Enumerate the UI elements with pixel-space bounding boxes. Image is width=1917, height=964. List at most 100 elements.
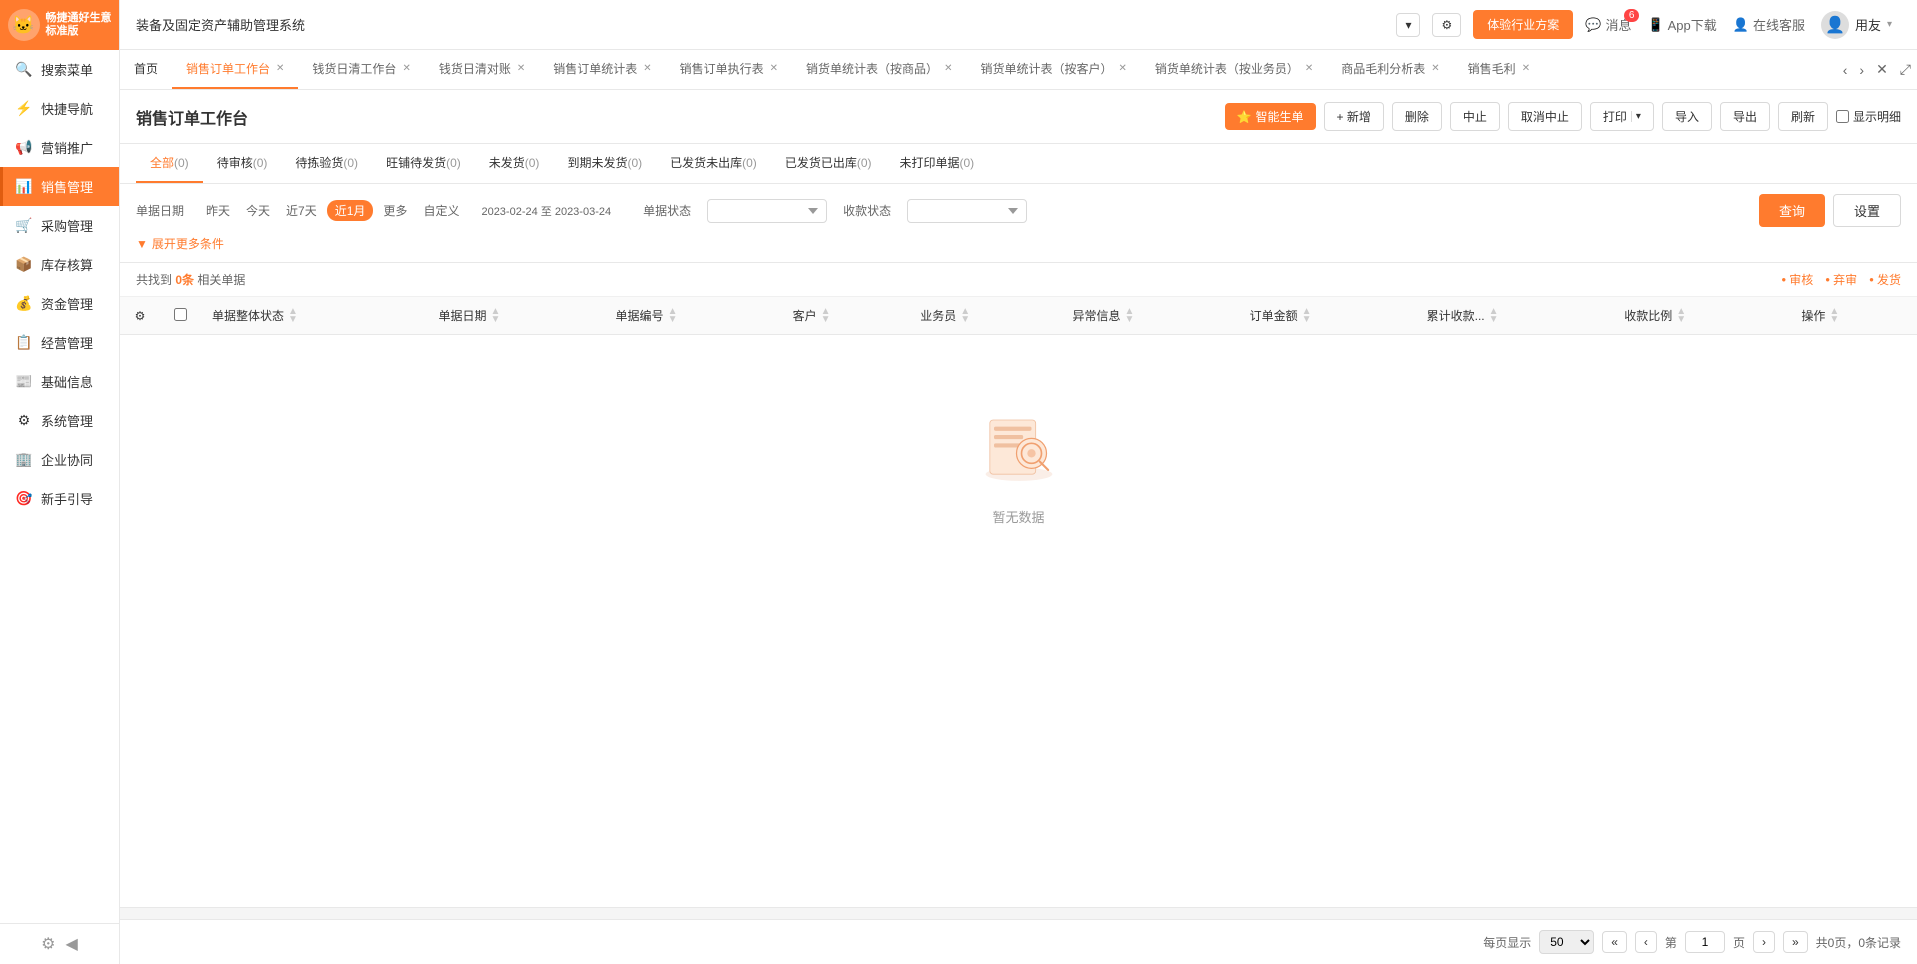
col-status-th[interactable]: 单据整体状态▲▼ [200, 297, 427, 335]
show-detail-checkbox[interactable] [1836, 110, 1849, 123]
user-dropdown-icon[interactable]: ▾ [1887, 19, 1901, 30]
sidebar-item-basic-info[interactable]: 📰基础信息 [0, 362, 119, 401]
tab-margin-analysis[interactable]: 商品毛利分析表✕ [1327, 50, 1453, 89]
tab-close-cash-daily[interactable]: ✕ [402, 63, 410, 74]
sidebar-item-inventory[interactable]: 📦库存核算 [0, 245, 119, 284]
col-collected-th[interactable]: 累计收款...▲▼ [1415, 297, 1613, 335]
tab-close-margin-analysis[interactable]: ✕ [1431, 63, 1439, 74]
last-page-btn[interactable]: » [1783, 931, 1808, 953]
date-btn-昨天[interactable]: 昨天 [200, 200, 236, 221]
tab-close-sales-gross[interactable]: ✕ [1522, 63, 1530, 74]
sidebar-item-purchase[interactable]: 🛒采购管理 [0, 206, 119, 245]
export-btn[interactable]: 导出 [1720, 102, 1770, 131]
sub-tab-shipped-not-stored[interactable]: 已发货未出库(0) [656, 144, 771, 183]
col-checkbox-th[interactable] [160, 297, 200, 335]
topbar-dropdown-btn[interactable]: ▾ [1396, 13, 1420, 37]
next-page-btn[interactable]: › [1753, 931, 1775, 953]
col-number-th[interactable]: 单据编号▲▼ [604, 297, 781, 335]
tab-sales-gross[interactable]: 销售毛利✕ [1454, 50, 1544, 89]
set-btn[interactable]: 设置 [1833, 194, 1901, 227]
audit-btn[interactable]: 审核 [1781, 271, 1813, 288]
col-staff-th[interactable]: 业务员▲▼ [908, 297, 1060, 335]
settings-btn[interactable]: ⚙ [1432, 13, 1461, 37]
import-btn[interactable]: 导入 [1662, 102, 1712, 131]
expand-btn[interactable]: ▼ 展开更多条件 [136, 235, 224, 252]
payment-filter-select[interactable] [907, 199, 1027, 223]
sidebar-item-guide[interactable]: 🎯新手引导 [0, 479, 119, 518]
tab-sales-workbench[interactable]: 销售订单工作台✕ [172, 50, 298, 89]
page-input[interactable] [1685, 931, 1725, 953]
tab-close-sales-stat[interactable]: ✕ [643, 63, 651, 74]
date-btn-更多[interactable]: 更多 [377, 200, 413, 221]
sub-tab-pending-review[interactable]: 待审核(0) [203, 144, 282, 183]
print-dropdown-icon[interactable]: ▾ [1631, 111, 1641, 122]
tabs-next-btn[interactable]: › [1853, 62, 1870, 78]
tab-sales-stat[interactable]: 销售订单统计表✕ [539, 50, 665, 89]
app-download-btn[interactable]: 📱 App下载 [1647, 15, 1716, 34]
cancel-stop-btn[interactable]: 取消中止 [1508, 102, 1582, 131]
tabs-prev-btn[interactable]: ‹ [1837, 62, 1854, 78]
sub-tab-wangpu-pending[interactable]: 旺铺待发货(0) [372, 144, 475, 183]
col-date-th[interactable]: 单据日期▲▼ [427, 297, 604, 335]
h-scroll[interactable] [120, 907, 1917, 919]
sidebar-item-marketing[interactable]: 📢营销推广 [0, 128, 119, 167]
prev-page-btn[interactable]: ‹ [1635, 931, 1657, 953]
status-filter-select[interactable] [707, 199, 827, 223]
sub-tab-pending-inspect[interactable]: 待拣验货(0) [281, 144, 372, 183]
col-ratio-th[interactable]: 收款比例▲▼ [1612, 297, 1789, 335]
tab-close-sales-by-customer[interactable]: ✕ [1118, 63, 1126, 74]
sidebar-item-enterprise[interactable]: 🏢企业协同 [0, 440, 119, 479]
tab-sales-by-product[interactable]: 销货单统计表（按商品）✕ [792, 50, 966, 89]
tab-sales-by-customer[interactable]: 销货单统计表（按客户）✕ [966, 50, 1140, 89]
tab-close-sales-by-product[interactable]: ✕ [944, 63, 952, 74]
tab-sales-by-staff[interactable]: 销货单统计表（按业务员）✕ [1141, 50, 1327, 89]
col-actions-th[interactable]: 操作▲▼ [1789, 297, 1917, 335]
print-btn[interactable]: 打印 ▾ [1590, 102, 1654, 131]
message-btn[interactable]: 💬 消息 6 [1585, 15, 1631, 34]
tab-cash-reconcile[interactable]: 钱货日清对账✕ [425, 50, 539, 89]
sub-tab-all[interactable]: 全部(0) [136, 144, 203, 183]
sub-tab-shipped-stored[interactable]: 已发货已出库(0) [771, 144, 886, 183]
date-btn-近1月[interactable]: 近1月 [327, 200, 374, 221]
industry-btn[interactable]: 体验行业方案 [1473, 10, 1573, 39]
col-customer-th[interactable]: 客户▲▼ [781, 297, 909, 335]
smart-gen-btn[interactable]: ⭐ 智能生单 [1225, 103, 1316, 130]
refresh-btn[interactable]: 刷新 [1778, 102, 1828, 131]
tab-maximize-btn[interactable]: ⤢ [1894, 61, 1917, 78]
cancel-audit-btn[interactable]: 弃审 [1825, 271, 1857, 288]
sidebar-item-search[interactable]: 🔍搜索菜单 [0, 50, 119, 89]
tab-close-sales-exec[interactable]: ✕ [770, 63, 778, 74]
ship-btn[interactable]: 发货 [1869, 271, 1901, 288]
sidebar-item-operations[interactable]: 📋经营管理 [0, 323, 119, 362]
date-btn-近7天[interactable]: 近7天 [280, 200, 323, 221]
col-abnormal-th[interactable]: 异常信息▲▼ [1061, 297, 1238, 335]
page-size-select[interactable]: 50 20 100 [1539, 930, 1594, 954]
tab-close-sales-by-staff[interactable]: ✕ [1305, 63, 1313, 74]
date-btn-今天[interactable]: 今天 [240, 200, 276, 221]
tab-cash-daily[interactable]: 钱货日清工作台✕ [298, 50, 424, 89]
tab-close-cash-reconcile[interactable]: ✕ [517, 63, 525, 74]
tab-close-sales-workbench[interactable]: ✕ [276, 63, 284, 74]
col-settings-th[interactable]: ⚙ [120, 297, 160, 335]
sidebar-item-system[interactable]: ⚙系统管理 [0, 401, 119, 440]
sidebar-item-sales[interactable]: 📊销售管理 [0, 167, 119, 206]
settings-icon[interactable]: ⚙ [41, 934, 55, 954]
first-page-btn[interactable]: « [1602, 931, 1627, 953]
tab-close-all-btn[interactable]: ✕ [1870, 61, 1894, 78]
delete-btn[interactable]: 删除 [1392, 102, 1442, 131]
tab-home[interactable]: 首页 [120, 50, 172, 89]
add-btn[interactable]: + 新增 [1324, 102, 1384, 131]
col-amount-th[interactable]: 订单金额▲▼ [1238, 297, 1415, 335]
sub-tab-not-shipped[interactable]: 未发货(0) [475, 144, 554, 183]
sidebar-item-finance[interactable]: 💰资金管理 [0, 284, 119, 323]
sidebar-item-quick-nav[interactable]: ⚡快捷导航 [0, 89, 119, 128]
query-btn[interactable]: 查询 [1759, 194, 1825, 227]
collapse-icon[interactable]: ◀ [66, 934, 78, 954]
sub-tab-not-printed[interactable]: 未打印单据(0) [886, 144, 989, 183]
stop-btn[interactable]: 中止 [1450, 102, 1500, 131]
sub-tab-expired-not-shipped[interactable]: 到期未发货(0) [553, 144, 656, 183]
tab-sales-exec[interactable]: 销售订单执行表✕ [666, 50, 792, 89]
date-btn-自定义[interactable]: 自定义 [417, 200, 465, 221]
select-all-checkbox[interactable] [174, 308, 187, 321]
online-service-btn[interactable]: 👤 在线客服 [1733, 15, 1805, 34]
